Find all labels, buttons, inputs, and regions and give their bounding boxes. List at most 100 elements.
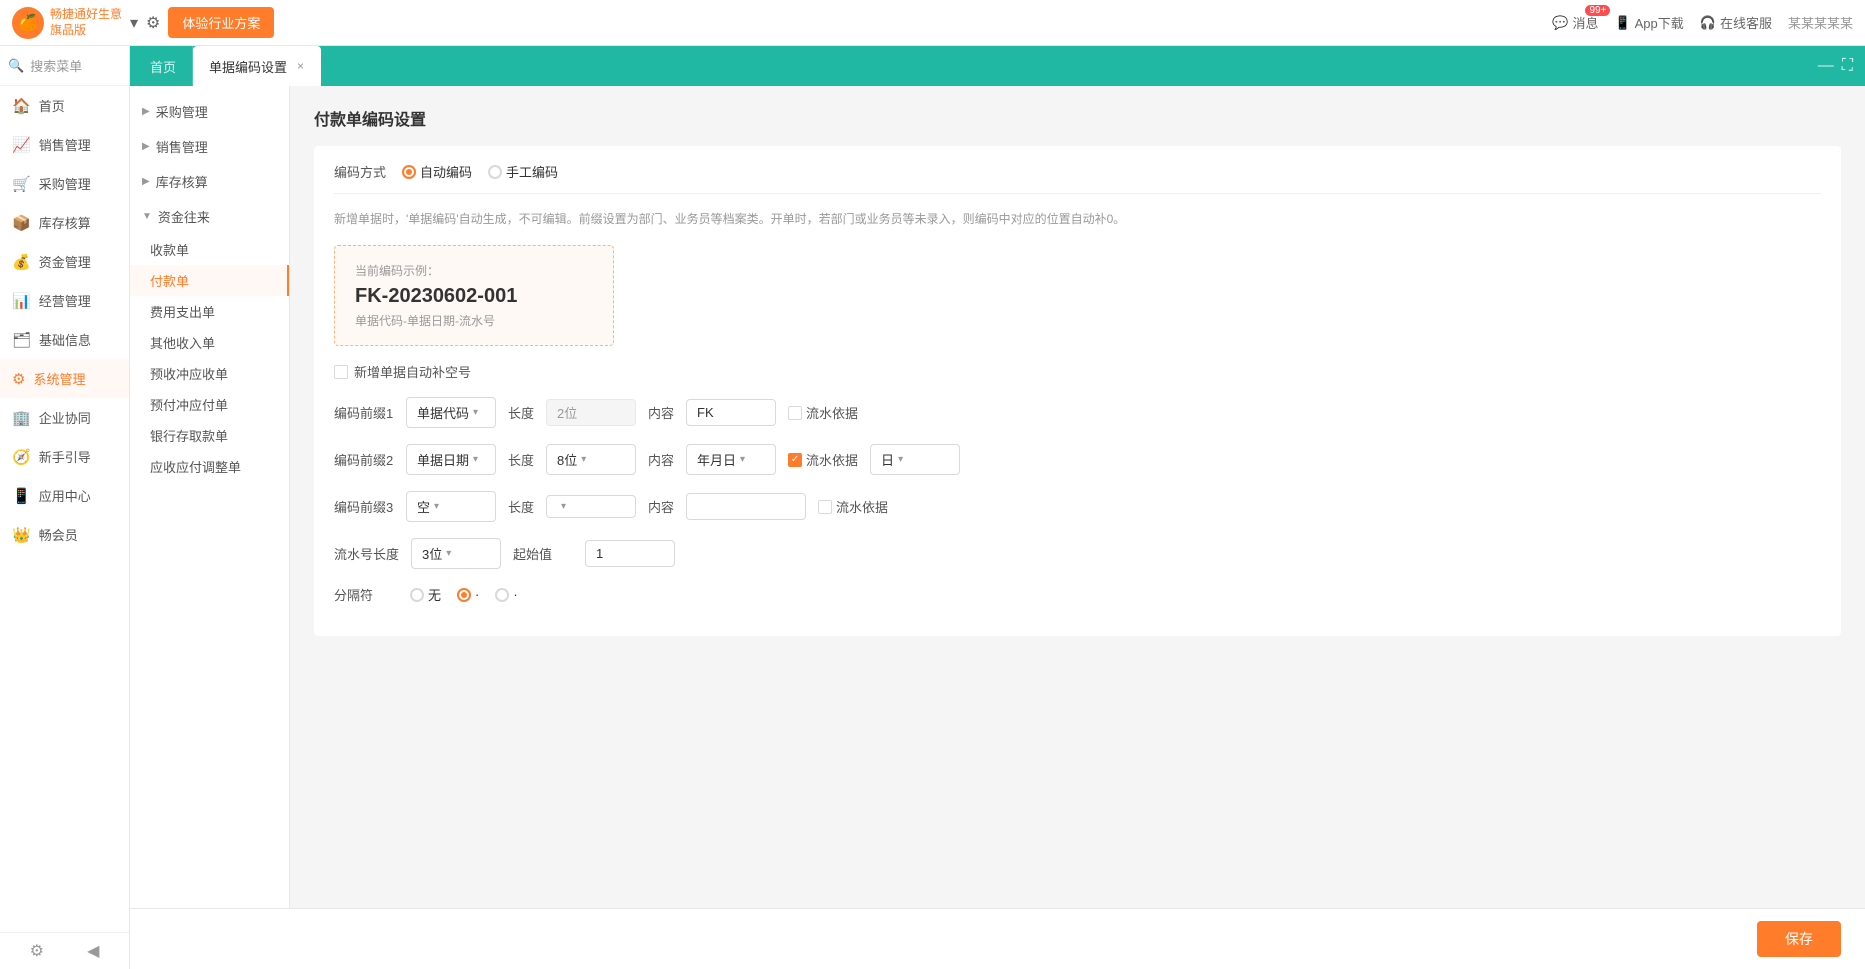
tab-home[interactable]: 首页 bbox=[134, 46, 193, 86]
preview-box: 当前编码示例： FK-20230602-001 单据代码-单据日期-流水号 bbox=[334, 245, 614, 346]
online-service-btn[interactable]: 🎧 在线客服 bbox=[1700, 13, 1772, 32]
user-name[interactable]: 某某某某某 bbox=[1788, 13, 1853, 32]
content1-input[interactable] bbox=[686, 399, 776, 426]
topbar-right: 💬 消息 99+ 📱 App下载 🎧 在线客服 某某某某某 bbox=[1552, 13, 1853, 32]
sidebar-item-inventory[interactable]: 📦 库存核算 bbox=[0, 203, 129, 242]
sub-menu-prepayment-receivable[interactable]: 预收冲应收单 bbox=[130, 358, 289, 389]
msg-icon: 💬 bbox=[1552, 15, 1568, 31]
start-value-input[interactable] bbox=[585, 540, 675, 567]
sub-menu-prepayment-payable[interactable]: 预付冲应付单 bbox=[130, 389, 289, 420]
prefix-row-3: 编码前缀3 空 ▾ 长度 ▾ 内容 bbox=[334, 491, 1821, 522]
sub-menu-other-income[interactable]: 其他收入单 bbox=[130, 327, 289, 358]
industry-btn[interactable]: 体验行业方案 bbox=[168, 7, 274, 38]
sub-group-sales-header[interactable]: ▶ 销售管理 bbox=[130, 129, 289, 164]
search-menu[interactable]: 🔍 搜索菜单 bbox=[0, 46, 129, 86]
serial-length-select[interactable]: 3位 ▾ bbox=[411, 538, 501, 569]
inventory-icon: 📦 bbox=[12, 214, 31, 232]
sub-menu-receipt[interactable]: 收款单 bbox=[130, 234, 289, 265]
tab-encode-settings[interactable]: 单据编码设置 × bbox=[193, 46, 321, 86]
prefix3-label: 编码前缀3 bbox=[334, 497, 394, 516]
save-button[interactable]: 保存 bbox=[1757, 921, 1841, 957]
tab-bar-left: 首页 单据编码设置 × bbox=[134, 46, 321, 86]
prefix1-arrow-icon: ▾ bbox=[473, 407, 478, 418]
sub-menu-adjustment[interactable]: 应收应付调整单 bbox=[130, 451, 289, 482]
serial-row: 流水号长度 3位 ▾ 起始值 bbox=[334, 538, 1821, 569]
prefix1-select[interactable]: 单据代码 ▾ bbox=[406, 397, 496, 428]
sub-group-inventory-header[interactable]: ▶ 库存核算 bbox=[130, 164, 289, 199]
footer-settings-icon[interactable]: ⚙ bbox=[30, 941, 44, 961]
prefix2-select[interactable]: 单据日期 ▾ bbox=[406, 444, 496, 475]
sub-menu-bank[interactable]: 银行存取款单 bbox=[130, 420, 289, 451]
sidebar-item-finance[interactable]: 💰 资金管理 bbox=[0, 242, 129, 281]
sub-menu-payment[interactable]: 付款单 bbox=[130, 265, 289, 296]
sidebar-item-sales[interactable]: 📈 销售管理 bbox=[0, 125, 129, 164]
content3-label: 内容 bbox=[648, 497, 674, 516]
msg-btn[interactable]: 💬 消息 99+ bbox=[1552, 13, 1598, 32]
operation-icon: 📊 bbox=[12, 292, 31, 310]
sidebar-item-company[interactable]: 🏢 企业协同 bbox=[0, 398, 129, 437]
sidebar-item-basic[interactable]: 🗂 基础信息 bbox=[0, 320, 129, 359]
settings-icon[interactable]: ⚙ bbox=[146, 13, 160, 33]
separator-label: 分隔符 bbox=[334, 585, 394, 604]
sidebar-item-guide[interactable]: 🧭 新手引导 bbox=[0, 437, 129, 476]
guide-icon: 🧭 bbox=[12, 448, 31, 466]
radio-manual-encode[interactable]: 手工编码 bbox=[488, 162, 558, 181]
length1-label: 长度 bbox=[508, 403, 534, 422]
content-area: ▶ 采购管理 ▶ 销售管理 ▶ 库存核算 bbox=[130, 86, 1865, 908]
stream3-checkbox[interactable] bbox=[818, 500, 832, 514]
finance-icon: 💰 bbox=[12, 253, 31, 271]
length3-label: 长度 bbox=[508, 497, 534, 516]
sep-dot1[interactable]: · bbox=[457, 587, 479, 602]
sub-group-purchase-header[interactable]: ▶ 采购管理 bbox=[130, 94, 289, 129]
sidebar-item-appstore[interactable]: 📱 应用中心 bbox=[0, 476, 129, 515]
dropdown-icon[interactable]: ▾ bbox=[130, 13, 138, 33]
sep-none[interactable]: 无 bbox=[410, 585, 441, 604]
appstore-icon: 📱 bbox=[12, 487, 31, 505]
sub-group-sales: ▶ 销售管理 bbox=[130, 129, 289, 164]
length1-input bbox=[546, 399, 636, 426]
page-title: 付款单编码设置 bbox=[314, 106, 1841, 130]
sub-menu: ▶ 采购管理 ▶ 销售管理 ▶ 库存核算 bbox=[130, 86, 290, 908]
content3-input[interactable] bbox=[686, 493, 806, 520]
topbar-left: 🍊 畅捷通好生意 旗品版 ▾ ⚙ 体验行业方案 bbox=[12, 7, 274, 39]
stream3-label: 流水依据 bbox=[836, 497, 888, 516]
content2-select[interactable]: 年月日 ▾ bbox=[686, 444, 776, 475]
prefix-row-1: 编码前缀1 单据代码 ▾ 长度 内容 流水依据 bbox=[334, 397, 1821, 428]
stream2-checkbox[interactable]: ✓ bbox=[788, 453, 802, 467]
content1-label: 内容 bbox=[648, 403, 674, 422]
topbar-controls: ▾ ⚙ 体验行业方案 bbox=[130, 7, 274, 38]
home-icon: 🏠 bbox=[12, 97, 31, 115]
chevron-right-icon: ▶ bbox=[142, 106, 150, 117]
length3-select[interactable]: ▾ bbox=[546, 495, 636, 518]
prefix3-select[interactable]: 空 ▾ bbox=[406, 491, 496, 522]
content2-label: 内容 bbox=[648, 450, 674, 469]
tab-max-icon[interactable]: ⛶ bbox=[1842, 57, 1853, 75]
sidebar-item-purchase[interactable]: 🛒 采购管理 bbox=[0, 164, 129, 203]
content2-arrow-icon: ▾ bbox=[740, 454, 745, 465]
tab-close-icon[interactable]: × bbox=[297, 59, 304, 73]
radio-auto-encode[interactable]: 自动编码 bbox=[402, 162, 472, 181]
sub-group-capital-header[interactable]: ▼ 资金往来 bbox=[130, 199, 289, 234]
sep-dot2[interactable]: · bbox=[495, 587, 517, 602]
tab-min-icon[interactable]: — bbox=[1818, 57, 1834, 75]
sidebar-item-system[interactable]: ⚙ 系统管理 bbox=[0, 359, 129, 398]
sidebar-item-home[interactable]: 🏠 首页 bbox=[0, 86, 129, 125]
auto-fill-checkbox[interactable] bbox=[334, 365, 348, 379]
page-body: ▶ 采购管理 ▶ 销售管理 ▶ 库存核算 bbox=[130, 86, 1865, 969]
length2-arrow-icon: ▾ bbox=[581, 454, 586, 465]
prefix3-arrow-icon: ▾ bbox=[434, 501, 439, 512]
app-download-btn[interactable]: 📱 App下载 bbox=[1614, 13, 1683, 32]
footer-collapse-icon[interactable]: ◀ bbox=[87, 941, 99, 961]
sub-menu-expense[interactable]: 费用支出单 bbox=[130, 296, 289, 327]
stream-period-select[interactable]: 日 ▾ bbox=[870, 444, 960, 475]
stream1-checkbox[interactable] bbox=[788, 406, 802, 420]
sub-group-inventory: ▶ 库存核算 bbox=[130, 164, 289, 199]
sidebar-item-operation[interactable]: 📊 经营管理 bbox=[0, 281, 129, 320]
system-icon: ⚙ bbox=[12, 370, 25, 388]
length2-select[interactable]: 8位 ▾ bbox=[546, 444, 636, 475]
sidebar-item-member[interactable]: 👑 畅会员 bbox=[0, 515, 129, 554]
length3-arrow-icon: ▾ bbox=[561, 501, 566, 512]
radio-auto-dot bbox=[402, 165, 416, 179]
chevron-right-icon: ▶ bbox=[142, 141, 150, 152]
logo-text: 畅捷通好生意 旗品版 bbox=[50, 7, 122, 38]
